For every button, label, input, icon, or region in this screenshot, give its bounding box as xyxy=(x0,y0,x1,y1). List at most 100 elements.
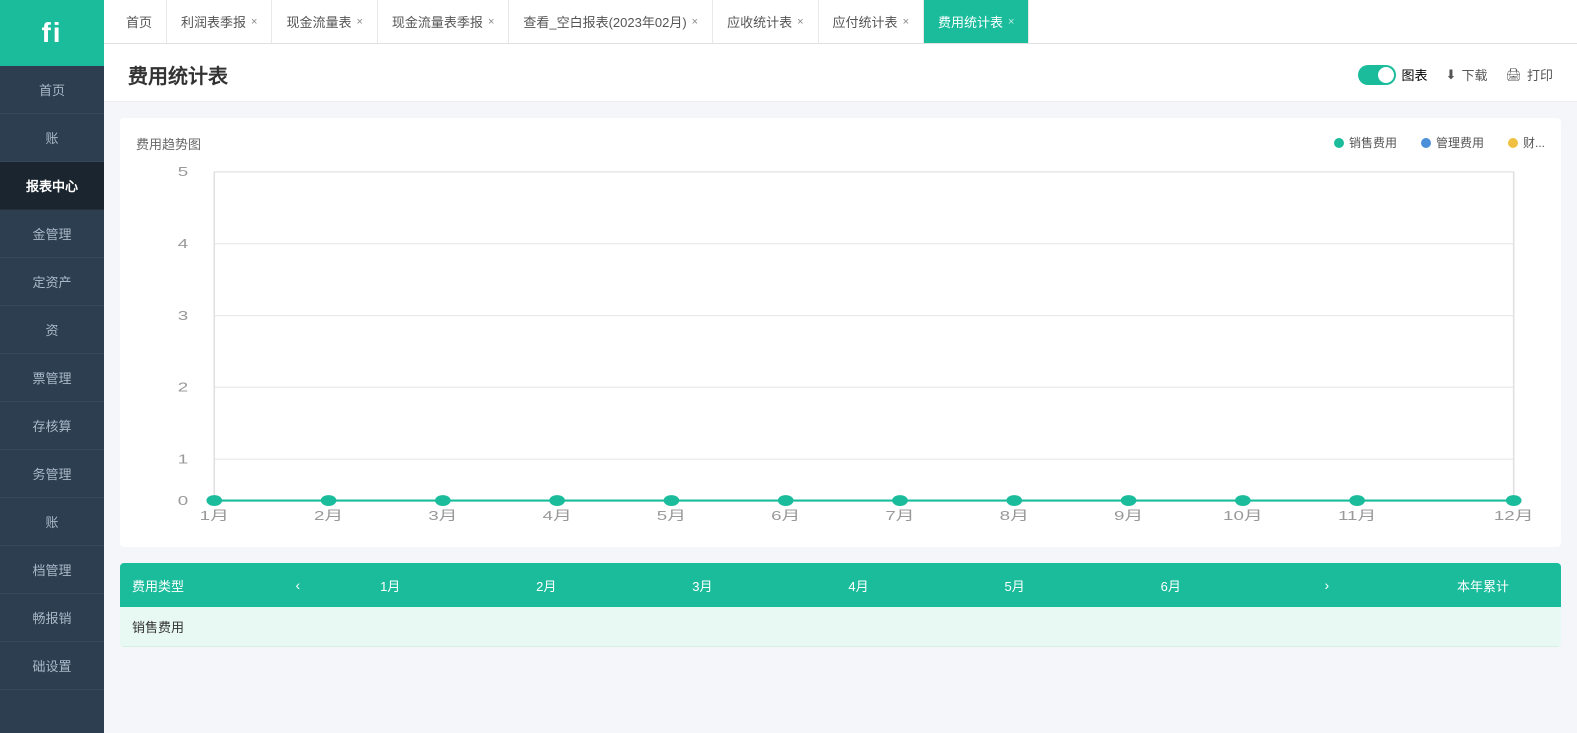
sidebar-item-capital[interactable]: 资 xyxy=(0,306,104,354)
th-ytd-label: 本年累计 xyxy=(1457,576,1509,595)
table-section: 费用类型 ‹ 1月 2月 3月 4月 5月 xyxy=(120,563,1561,647)
chart-container: 5 4 3 2 1 0 xyxy=(136,161,1545,531)
tab-payable-close[interactable]: × xyxy=(903,16,909,28)
svg-text:1月: 1月 xyxy=(200,509,229,524)
chart-svg: 5 4 3 2 1 0 xyxy=(136,161,1545,531)
sidebar-item-cash[interactable]: 金管理 xyxy=(0,210,104,258)
tab-home[interactable]: 首页 xyxy=(112,0,167,44)
tab-blank-report-label: 查看_空白报表(2023年02月) xyxy=(523,12,686,31)
legend-sales: 销售费用 xyxy=(1334,134,1397,151)
th-m1-label: 1月 xyxy=(380,576,400,595)
tab-expense-stats[interactable]: 费用统计表 × xyxy=(924,0,1029,44)
chart-toggle[interactable] xyxy=(1358,65,1396,85)
sidebar-item-service[interactable]: 务管理 xyxy=(0,450,104,498)
sidebar-item-reports[interactable]: 报表中心 xyxy=(0,162,104,210)
sidebar-item-settings[interactable]: 础设置 xyxy=(0,642,104,690)
download-label: 下载 xyxy=(1461,65,1487,84)
main-area: 首页 利润表季报 × 现金流量表 × 现金流量表季报 × 查看_空白报表(202… xyxy=(104,0,1577,733)
svg-text:3: 3 xyxy=(178,309,188,324)
svg-text:0: 0 xyxy=(178,494,188,509)
svg-text:8月: 8月 xyxy=(1000,509,1029,524)
tab-cashflow-close[interactable]: × xyxy=(356,16,362,28)
legend-sales-dot xyxy=(1334,138,1344,148)
sidebar-item-bills[interactable]: 票管理 xyxy=(0,354,104,402)
svg-text:3月: 3月 xyxy=(428,509,457,524)
legend-sales-label: 销售费用 xyxy=(1349,134,1397,151)
tab-home-label: 首页 xyxy=(126,12,152,31)
sidebar-item-expense[interactable]: 畅报销 xyxy=(0,594,104,642)
th-m6-label: 6月 xyxy=(1161,576,1181,595)
legend-finance-label: 财... xyxy=(1523,134,1545,151)
legend-finance: 财... xyxy=(1508,134,1545,151)
legend-admin-dot xyxy=(1421,138,1431,148)
page-title: 费用统计表 xyxy=(128,60,228,89)
th-m3-label: 3月 xyxy=(692,576,712,595)
legend-admin-label: 管理费用 xyxy=(1436,134,1484,151)
logo: fi xyxy=(0,0,104,66)
th-m6: 6月 xyxy=(1093,576,1249,595)
sidebar-item-inventory[interactable]: 存核算 xyxy=(0,402,104,450)
chart-toggle-label: 图表 xyxy=(1402,65,1428,84)
sidebar-item-archive[interactable]: 档管理 xyxy=(0,546,104,594)
tab-cashflow-quarter-close[interactable]: × xyxy=(488,16,494,28)
tab-blank-report[interactable]: 查看_空白报表(2023年02月) × xyxy=(509,0,713,44)
sidebar-item-assets[interactable]: 定资产 xyxy=(0,258,104,306)
tab-profit-label: 利润表季报 xyxy=(181,12,246,31)
svg-text:10月: 10月 xyxy=(1223,509,1263,524)
th-m4: 4月 xyxy=(780,576,936,595)
chart-legend: 销售费用 管理费用 财... xyxy=(1334,134,1545,151)
tab-payable-label: 应付统计表 xyxy=(833,12,898,31)
tab-cashflow[interactable]: 现金流量表 × xyxy=(272,0,377,44)
th-m5: 5月 xyxy=(937,576,1093,595)
td-type-sales: 销售费用 xyxy=(120,617,309,636)
tab-receivable-close[interactable]: × xyxy=(797,16,803,28)
sidebar: fi 首页 账 报表中心 金管理 定资产 资 票管理 存核算 务管理 账 档管理… xyxy=(0,0,104,733)
print-label: 打印 xyxy=(1527,65,1553,84)
tab-profit[interactable]: 利润表季报 × xyxy=(167,0,272,44)
table-header-row: 费用类型 ‹ 1月 2月 3月 4月 5月 xyxy=(120,563,1561,607)
svg-text:4: 4 xyxy=(178,237,188,252)
chart-title: 费用趋势图 xyxy=(136,134,201,153)
table-row-sales: 销售费用 xyxy=(120,607,1561,647)
svg-text:9月: 9月 xyxy=(1114,509,1143,524)
tab-expense-stats-close[interactable]: × xyxy=(1008,16,1014,28)
th-m2: 2月 xyxy=(468,576,624,595)
svg-text:12月: 12月 xyxy=(1494,509,1534,524)
th-next-arrow-cell: › xyxy=(1249,577,1405,593)
th-prev-arrow[interactable]: ‹ xyxy=(295,577,300,593)
svg-text:2月: 2月 xyxy=(314,509,343,524)
sidebar-item-ledger[interactable]: 账 xyxy=(0,498,104,546)
tab-receivable-label: 应收统计表 xyxy=(727,12,792,31)
tab-profit-close[interactable]: × xyxy=(251,16,257,28)
download-button[interactable]: ⬇ 下载 xyxy=(1446,65,1488,84)
header-actions: 图表 ⬇ 下载 🖨 打印 xyxy=(1358,65,1553,85)
svg-text:7月: 7月 xyxy=(885,509,914,524)
th-type: 费用类型 ‹ xyxy=(120,576,312,595)
chart-section: 费用趋势图 销售费用 管理费用 财... xyxy=(120,118,1561,547)
th-m5-label: 5月 xyxy=(1005,576,1025,595)
th-m3: 3月 xyxy=(624,576,780,595)
legend-finance-dot xyxy=(1508,138,1518,148)
sidebar-item-home[interactable]: 首页 xyxy=(0,66,104,114)
legend-admin: 管理费用 xyxy=(1421,134,1484,151)
th-ytd: 本年累计 xyxy=(1405,576,1561,595)
th-m2-label: 2月 xyxy=(536,576,556,595)
sidebar-item-account[interactable]: 账 xyxy=(0,114,104,162)
tab-expense-stats-label: 费用统计表 xyxy=(938,12,1003,31)
chart-toggle-wrap: 图表 xyxy=(1358,65,1428,85)
svg-text:11月: 11月 xyxy=(1338,509,1376,524)
th-next-arrow[interactable]: › xyxy=(1325,577,1330,593)
tab-cashflow-quarter-label: 现金流量表季报 xyxy=(392,12,483,31)
tab-cashflow-label: 现金流量表 xyxy=(286,12,351,31)
tab-cashflow-quarter[interactable]: 现金流量表季报 × xyxy=(378,0,509,44)
print-button[interactable]: 🖨 打印 xyxy=(1505,65,1553,84)
tab-payable[interactable]: 应付统计表 × xyxy=(819,0,924,44)
print-icon: 🖨 xyxy=(1505,67,1522,83)
tab-bar: 首页 利润表季报 × 现金流量表 × 现金流量表季报 × 查看_空白报表(202… xyxy=(104,0,1577,44)
tab-receivable[interactable]: 应收统计表 × xyxy=(713,0,818,44)
svg-text:4月: 4月 xyxy=(543,509,572,524)
download-icon: ⬇ xyxy=(1446,67,1457,83)
tab-blank-report-close[interactable]: × xyxy=(692,16,698,28)
svg-text:2: 2 xyxy=(178,380,188,395)
svg-text:5月: 5月 xyxy=(657,509,686,524)
